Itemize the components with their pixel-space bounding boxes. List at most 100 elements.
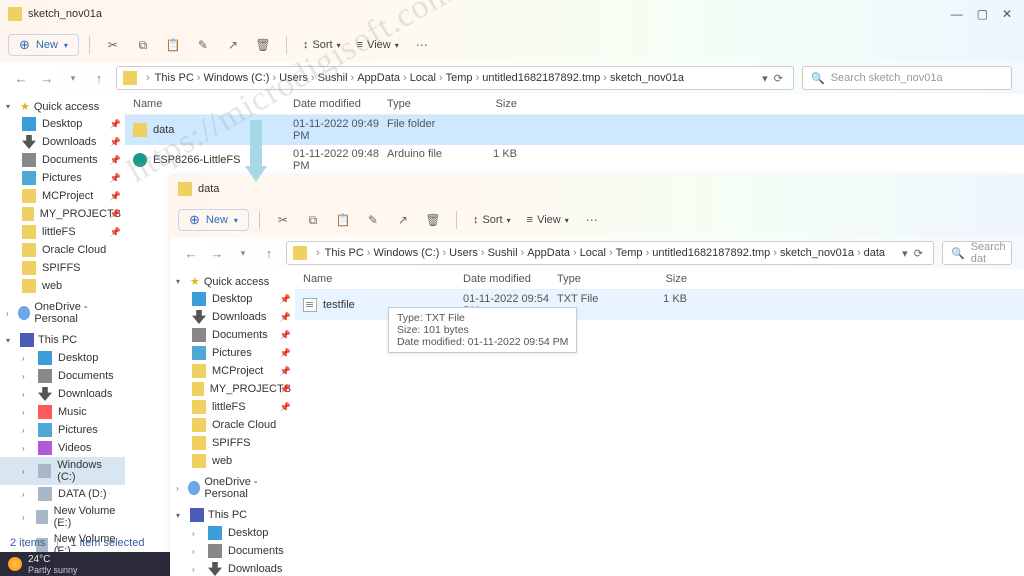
breadcrumb-seg[interactable]: Local [580, 247, 606, 259]
nav-onedrive[interactable]: ›OneDrive - Personal [170, 474, 295, 502]
pin-icon: 📌 [110, 191, 121, 202]
more-icon[interactable]: ⋯ [579, 207, 605, 233]
titlebar[interactable]: data [170, 175, 1024, 203]
nav-item[interactable]: Desktop📌 [170, 290, 295, 308]
back-button[interactable]: ← [12, 71, 30, 86]
new-button[interactable]: New ▾ [8, 34, 79, 56]
view-button[interactable]: ≡ View ▾ [351, 39, 405, 51]
breadcrumb-seg[interactable]: Sushil [488, 247, 518, 259]
rename-icon[interactable]: ✎ [190, 32, 216, 58]
nav-item[interactable]: MY_PROJECTS📌 [170, 380, 295, 398]
sort-button[interactable]: ↕ Sort ▾ [297, 39, 347, 51]
nav-item[interactable]: ›Downloads [170, 560, 295, 576]
up-button[interactable]: ↑ [260, 246, 278, 261]
nav-item[interactable]: ›Videos [0, 439, 125, 457]
cut-icon[interactable]: ✂ [270, 207, 296, 233]
address-bar[interactable]: › This PC›Windows (C:)›Users›Sushil›AppD… [116, 66, 794, 90]
recent-button[interactable]: ▾ [64, 73, 82, 84]
rename-icon[interactable]: ✎ [360, 207, 386, 233]
breadcrumb-seg[interactable]: Users [449, 247, 478, 259]
taskbar-weather[interactable]: 24°C Partly sunny [0, 552, 186, 576]
nav-item[interactable]: web [170, 452, 295, 470]
nav-icon [22, 189, 36, 203]
breadcrumb-seg[interactable]: Temp [616, 247, 643, 259]
search-input[interactable]: 🔍 Search sketch_nov01a [802, 66, 1012, 90]
minimize-button[interactable]: — [951, 7, 963, 21]
breadcrumb-seg[interactable]: This PC [155, 72, 194, 84]
nav-quick-access[interactable]: ▾★Quick access [0, 98, 125, 115]
delete-icon[interactable]: 🗑 [250, 32, 276, 58]
breadcrumb-seg[interactable]: Temp [446, 72, 473, 84]
sort-button[interactable]: ↕ Sort ▾ [467, 214, 517, 226]
recent-button[interactable]: ▾ [234, 248, 252, 259]
nav-quick-access[interactable]: ▾★Quick access [170, 273, 295, 290]
nav-item[interactable]: SPIFFS [0, 259, 125, 277]
nav-item[interactable]: ›Desktop [0, 349, 125, 367]
breadcrumb-seg[interactable]: untitled1682187892.tmp [652, 247, 770, 259]
nav-item[interactable]: ›DATA (D:) [0, 485, 125, 503]
up-button[interactable]: ↑ [90, 71, 108, 86]
address-bar[interactable]: › This PC›Windows (C:)›Users›Sushil›AppD… [286, 241, 934, 265]
breadcrumb-seg[interactable]: sketch_nov01a [780, 247, 854, 259]
breadcrumb-seg[interactable]: Users [279, 72, 308, 84]
nav-onedrive[interactable]: ›OneDrive - Personal [0, 299, 125, 327]
share-icon[interactable]: ↗ [390, 207, 416, 233]
nav-item[interactable]: Documents📌 [0, 151, 125, 169]
nav-item[interactable]: ›Desktop [170, 524, 295, 542]
breadcrumb-seg[interactable]: This PC [325, 247, 364, 259]
nav-this-pc[interactable]: ▾This PC [0, 331, 125, 349]
nav-item[interactable]: Oracle Cloud [170, 416, 295, 434]
new-button[interactable]: New ▾ [178, 209, 249, 231]
nav-item[interactable]: ›New Volume (E:) [0, 503, 125, 531]
copy-icon[interactable]: ⧉ [130, 32, 156, 58]
nav-item[interactable]: MCProject📌 [0, 187, 125, 205]
nav-item[interactable]: MY_PROJECTS📌 [0, 205, 125, 223]
maximize-button[interactable]: ▢ [977, 7, 988, 21]
nav-this-pc[interactable]: ▾This PC [170, 506, 295, 524]
view-button[interactable]: ≡ View ▾ [521, 214, 575, 226]
nav-item[interactable]: Desktop📌 [0, 115, 125, 133]
nav-item[interactable]: Downloads📌 [0, 133, 125, 151]
breadcrumb-seg[interactable]: Sushil [318, 72, 348, 84]
copy-icon[interactable]: ⧉ [300, 207, 326, 233]
breadcrumb-seg[interactable]: data [864, 247, 885, 259]
nav-item[interactable]: ›Documents [170, 542, 295, 560]
nav-item[interactable]: Documents📌 [170, 326, 295, 344]
share-icon[interactable]: ↗ [220, 32, 246, 58]
nav-item[interactable]: Oracle Cloud [0, 241, 125, 259]
delete-icon[interactable]: 🗑 [420, 207, 446, 233]
breadcrumb-seg[interactable]: Windows (C:) [373, 247, 439, 259]
breadcrumb-seg[interactable]: sketch_nov01a [610, 72, 684, 84]
paste-icon[interactable]: 📋 [160, 32, 186, 58]
nav-item[interactable]: Pictures📌 [170, 344, 295, 362]
nav-item[interactable]: ›Documents [0, 367, 125, 385]
nav-item[interactable]: ›Music [0, 403, 125, 421]
column-headers[interactable]: Name Date modified Type Size [295, 269, 1024, 290]
nav-item[interactable]: ›Windows (C:) [0, 457, 125, 485]
breadcrumb-seg[interactable]: Local [410, 72, 436, 84]
breadcrumb-seg[interactable]: Windows (C:) [203, 72, 269, 84]
nav-item[interactable]: Pictures📌 [0, 169, 125, 187]
search-input[interactable]: 🔍 Search dat [942, 241, 1012, 265]
breadcrumb-seg[interactable]: AppData [357, 72, 400, 84]
paste-icon[interactable]: 📋 [330, 207, 356, 233]
annotation-arrow [245, 120, 267, 182]
breadcrumb-seg[interactable]: untitled1682187892.tmp [482, 72, 600, 84]
nav-item[interactable]: MCProject📌 [170, 362, 295, 380]
column-headers[interactable]: Name Date modified Type Size [125, 94, 1024, 115]
close-button[interactable]: ✕ [1002, 7, 1012, 21]
titlebar[interactable]: sketch_nov01a — ▢ ✕ [0, 0, 1024, 28]
nav-item[interactable]: littleFS📌 [0, 223, 125, 241]
more-icon[interactable]: ⋯ [409, 32, 435, 58]
nav-item[interactable]: littleFS📌 [170, 398, 295, 416]
forward-button[interactable]: → [38, 71, 56, 86]
nav-item[interactable]: web [0, 277, 125, 295]
cut-icon[interactable]: ✂ [100, 32, 126, 58]
nav-item[interactable]: Downloads📌 [170, 308, 295, 326]
nav-item[interactable]: ›Pictures [0, 421, 125, 439]
nav-item[interactable]: SPIFFS [170, 434, 295, 452]
forward-button[interactable]: → [208, 246, 226, 261]
breadcrumb-seg[interactable]: AppData [527, 247, 570, 259]
back-button[interactable]: ← [182, 246, 200, 261]
nav-item[interactable]: ›Downloads [0, 385, 125, 403]
